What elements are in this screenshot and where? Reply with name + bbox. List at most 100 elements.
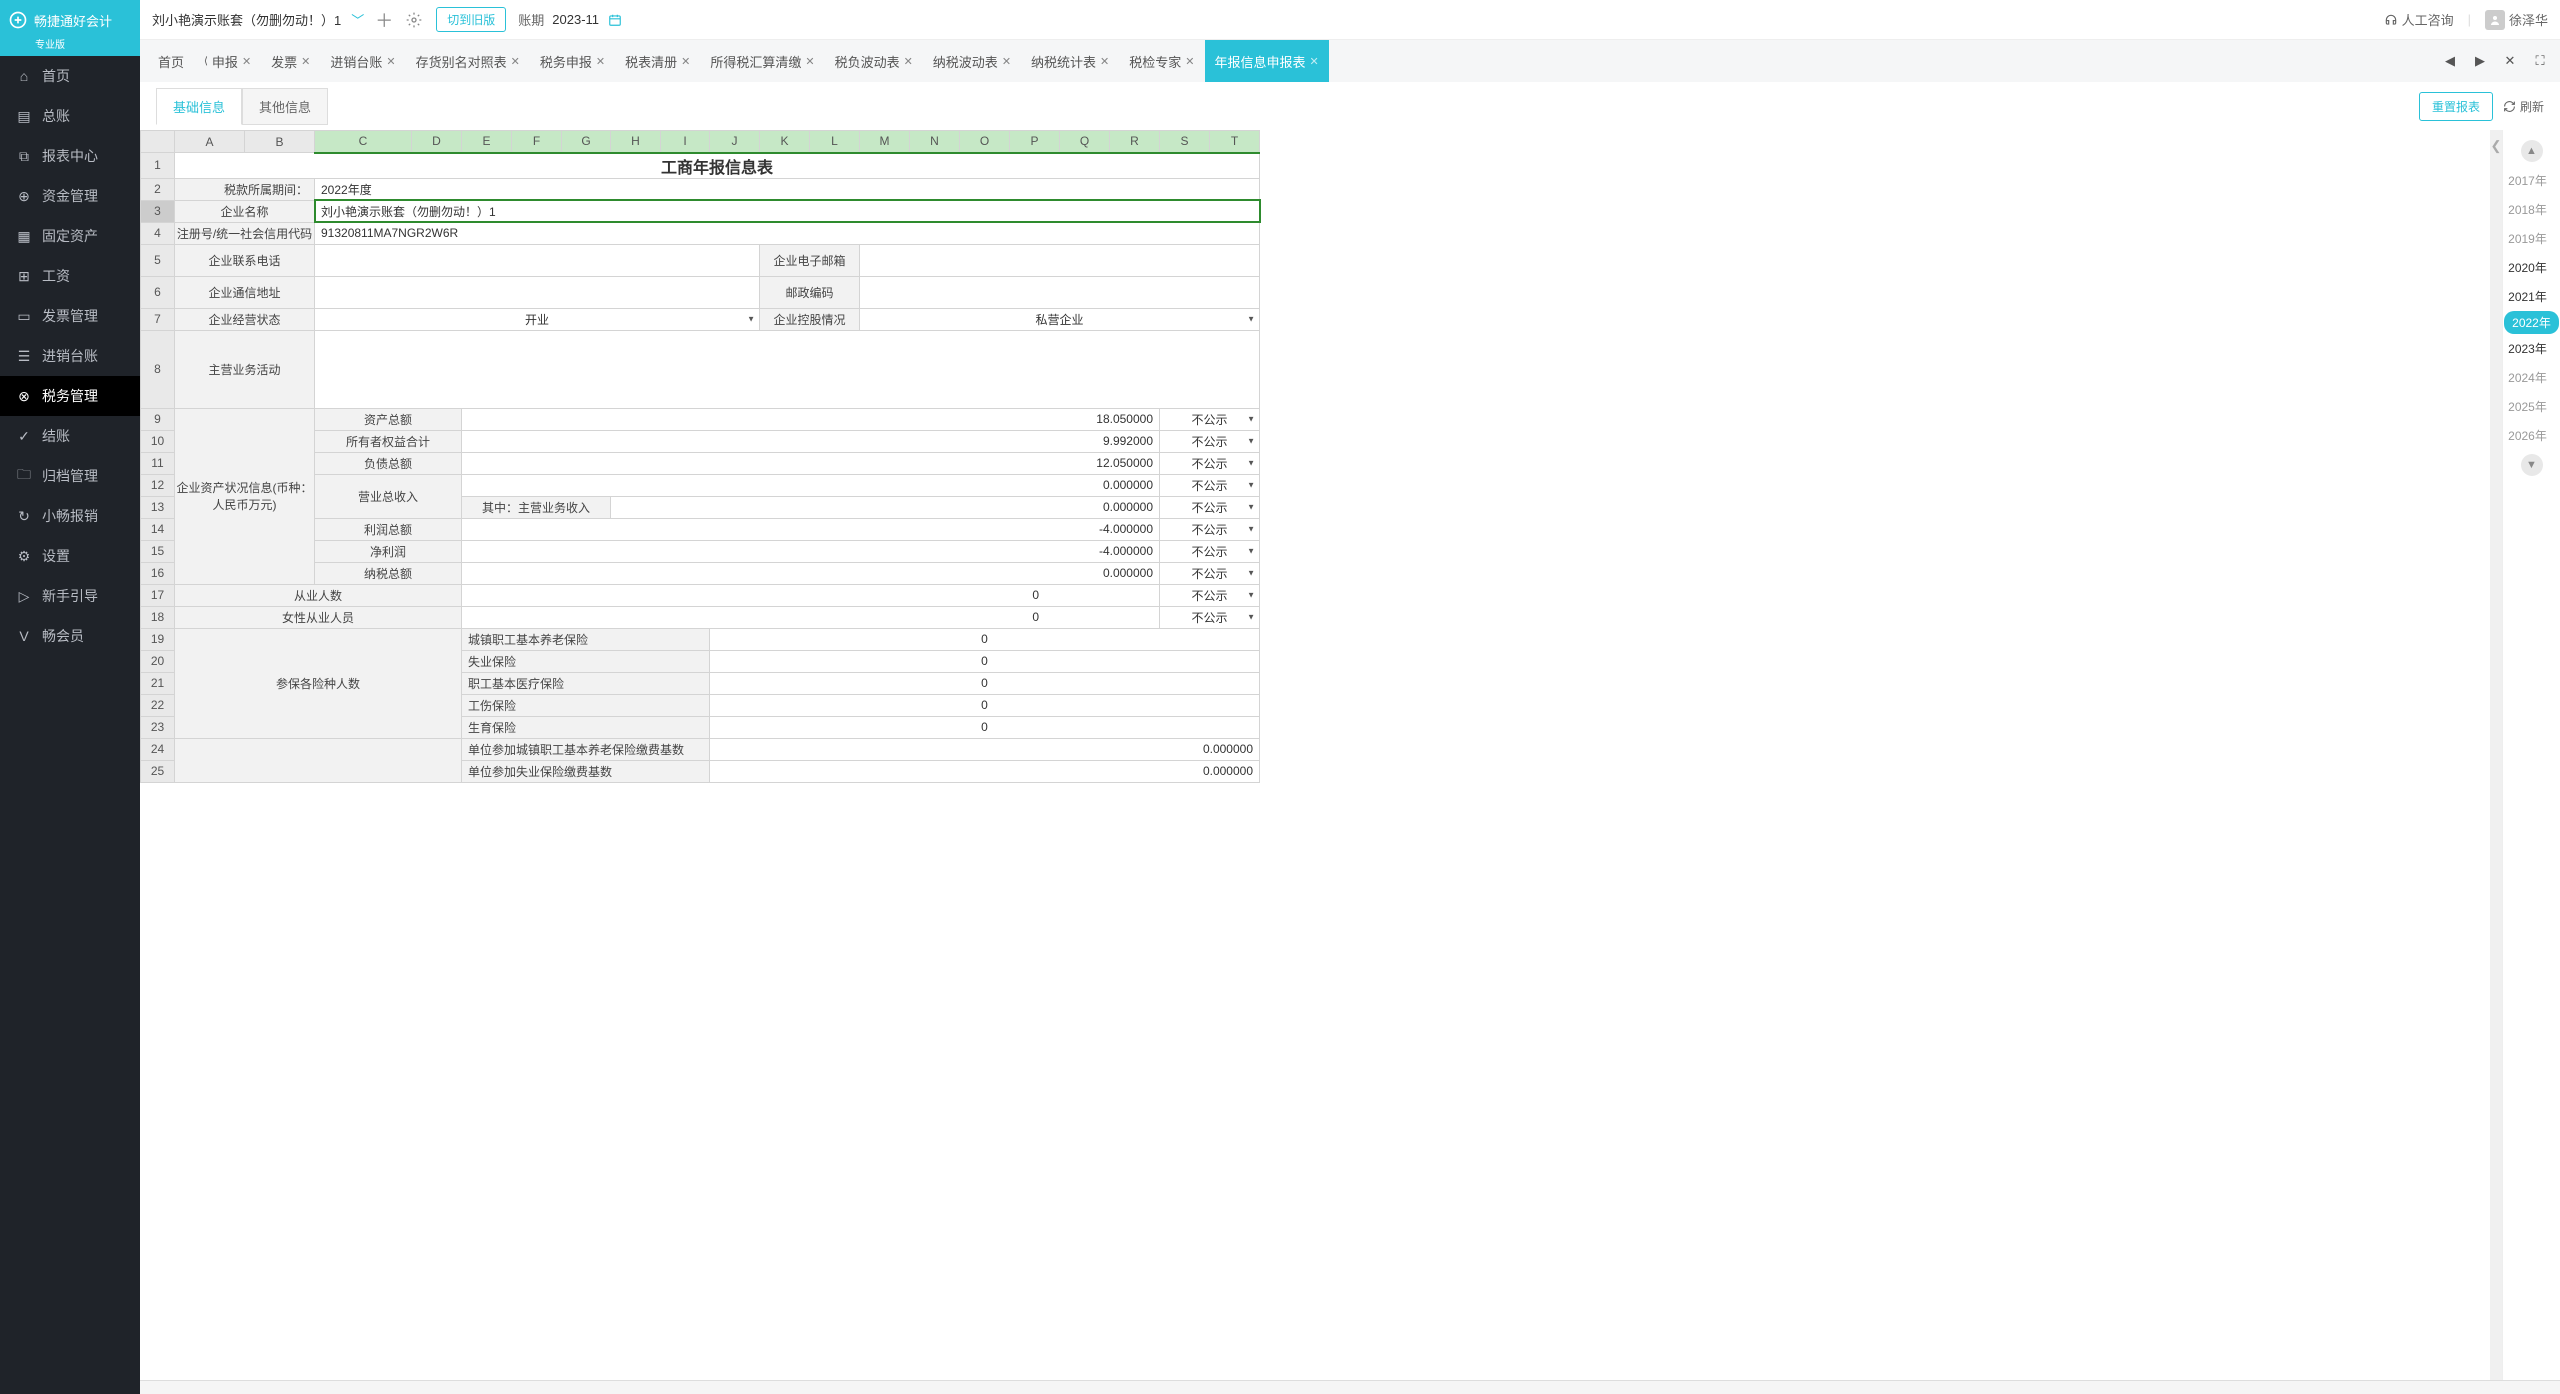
tab-close-icon[interactable]: ✕: [1100, 55, 1109, 68]
row-header-5[interactable]: 5: [141, 244, 175, 276]
ins-4-value[interactable]: 0: [710, 716, 1260, 738]
row-header-8[interactable]: 8: [141, 330, 175, 408]
horizontal-scrollbar[interactable]: [140, 1380, 2560, 1394]
sidebar-item-12[interactable]: ⚙设置: [0, 536, 140, 576]
select-all-cell[interactable]: [141, 131, 175, 153]
female-value[interactable]: 0: [462, 606, 1160, 628]
sidebar-item-11[interactable]: ↻小畅报销: [0, 496, 140, 536]
ins-2-value[interactable]: 0: [710, 672, 1260, 694]
user-menu[interactable]: 徐泽华: [2485, 10, 2548, 30]
row-header-16[interactable]: 16: [141, 562, 175, 584]
sidebar-item-9[interactable]: ✓结账: [0, 416, 140, 456]
row-header-11[interactable]: 11: [141, 452, 175, 474]
tab-9[interactable]: 纳税波动表✕: [923, 40, 1021, 82]
fin-0-value[interactable]: 18.050000: [462, 408, 1160, 430]
year-2021年[interactable]: 2021年: [2504, 282, 2559, 311]
tab-close-icon[interactable]: ✕: [1310, 55, 1319, 68]
col-header-P[interactable]: P: [1010, 131, 1060, 153]
tab-2[interactable]: 发票✕: [261, 40, 320, 82]
col-header-O[interactable]: O: [960, 131, 1010, 153]
fin-6-pub[interactable]: 不公示: [1160, 562, 1260, 584]
emp-value[interactable]: 0: [462, 584, 1160, 606]
tab-close-icon[interactable]: ✕: [904, 55, 913, 68]
row-header-6[interactable]: 6: [141, 276, 175, 308]
base-0-value[interactable]: 0.000000: [710, 738, 1260, 760]
row-header-14[interactable]: 14: [141, 518, 175, 540]
row-header-20[interactable]: 20: [141, 650, 175, 672]
year-2023年[interactable]: 2023年: [2504, 334, 2559, 363]
tab-3[interactable]: 进销台账✕: [320, 40, 405, 82]
row-header-1[interactable]: 1: [141, 153, 175, 179]
period-value-cell[interactable]: 2022年度: [315, 178, 1260, 200]
base-1-value[interactable]: 0.000000: [710, 760, 1260, 782]
sidebar-item-13[interactable]: ▷新手引导: [0, 576, 140, 616]
col-header-A[interactable]: A: [175, 131, 245, 153]
col-header-L[interactable]: L: [810, 131, 860, 153]
fin-2-value[interactable]: 12.050000: [462, 452, 1160, 474]
row-header-13[interactable]: 13: [141, 496, 175, 518]
tab-close-icon[interactable]: ✕: [386, 55, 395, 68]
sidebar-item-10[interactable]: 🗀归档管理: [0, 456, 140, 496]
tab-close-icon[interactable]: ✕: [596, 55, 605, 68]
account-selector[interactable]: 刘小艳演示账套（勿删勿动！）1 ﹀: [152, 10, 364, 29]
fin-6-value[interactable]: 0.000000: [462, 562, 1160, 584]
col-header-N[interactable]: N: [910, 131, 960, 153]
sidebar-item-0[interactable]: ⌂首页: [0, 56, 140, 96]
row-header-21[interactable]: 21: [141, 672, 175, 694]
subtab-1[interactable]: 其他信息: [242, 88, 328, 125]
row-header-19[interactable]: 19: [141, 628, 175, 650]
tab-7[interactable]: 所得税汇算清缴✕: [700, 40, 824, 82]
tab-close-icon[interactable]: ✕: [681, 55, 690, 68]
tab-0[interactable]: 首页: [148, 40, 194, 82]
emp-pub[interactable]: 不公示: [1160, 584, 1260, 606]
fin-3-sub-value[interactable]: 0.000000: [611, 496, 1160, 518]
col-header-E[interactable]: E: [462, 131, 512, 153]
row-header-25[interactable]: 25: [141, 760, 175, 782]
col-header-I[interactable]: I: [661, 131, 710, 153]
mainbiz-input[interactable]: [315, 330, 1260, 408]
col-header-J[interactable]: J: [710, 131, 760, 153]
year-down-icon[interactable]: ▼: [2521, 454, 2543, 476]
tab-close-icon[interactable]: ✕: [301, 55, 310, 68]
tab-close-icon[interactable]: ✕: [1002, 55, 1011, 68]
col-header-G[interactable]: G: [562, 131, 611, 153]
fin-3-value[interactable]: 0.000000: [462, 474, 1160, 496]
tab-1[interactable]: ⟨申报✕: [194, 40, 261, 82]
row-header-17[interactable]: 17: [141, 584, 175, 606]
calendar-icon[interactable]: [605, 10, 625, 30]
fullscreen-icon[interactable]: ⛶: [2528, 49, 2552, 73]
email-input[interactable]: [860, 244, 1260, 276]
col-header-C[interactable]: C: [315, 131, 412, 153]
row-header-3[interactable]: 3: [141, 200, 175, 222]
row-header-2[interactable]: 2: [141, 178, 175, 200]
sidebar-item-2[interactable]: ⧉报表中心: [0, 136, 140, 176]
fin-1-value[interactable]: 9.992000: [462, 430, 1160, 452]
year-2022年[interactable]: 2022年: [2504, 311, 2559, 334]
col-header-B[interactable]: B: [245, 131, 315, 153]
col-header-Q[interactable]: Q: [1060, 131, 1110, 153]
add-account-icon[interactable]: ＋: [374, 10, 394, 30]
row-header-18[interactable]: 18: [141, 606, 175, 628]
ins-1-value[interactable]: 0: [710, 650, 1260, 672]
holding-select[interactable]: 私营企业: [860, 308, 1260, 330]
fin-4-pub[interactable]: 不公示: [1160, 518, 1260, 540]
status-select[interactable]: 开业: [315, 308, 760, 330]
period-value[interactable]: 2023-11: [552, 12, 599, 27]
fin-3-sub-pub[interactable]: 不公示: [1160, 496, 1260, 518]
fin-2-pub[interactable]: 不公示: [1160, 452, 1260, 474]
row-header-15[interactable]: 15: [141, 540, 175, 562]
row-header-7[interactable]: 7: [141, 308, 175, 330]
row-header-22[interactable]: 22: [141, 694, 175, 716]
row-header-24[interactable]: 24: [141, 738, 175, 760]
tab-close-icon[interactable]: ✕: [805, 55, 814, 68]
tab-5[interactable]: 税务申报✕: [530, 40, 615, 82]
old-version-button[interactable]: 切到旧版: [436, 7, 506, 32]
ins-3-value[interactable]: 0: [710, 694, 1260, 716]
refresh-button[interactable]: 刷新: [2503, 98, 2544, 115]
row-header-4[interactable]: 4: [141, 222, 175, 244]
phone-input[interactable]: [315, 244, 760, 276]
col-header-M[interactable]: M: [860, 131, 910, 153]
year-2020年[interactable]: 2020年: [2504, 253, 2559, 282]
tab-6[interactable]: 税表清册✕: [615, 40, 700, 82]
addr-input[interactable]: [315, 276, 760, 308]
